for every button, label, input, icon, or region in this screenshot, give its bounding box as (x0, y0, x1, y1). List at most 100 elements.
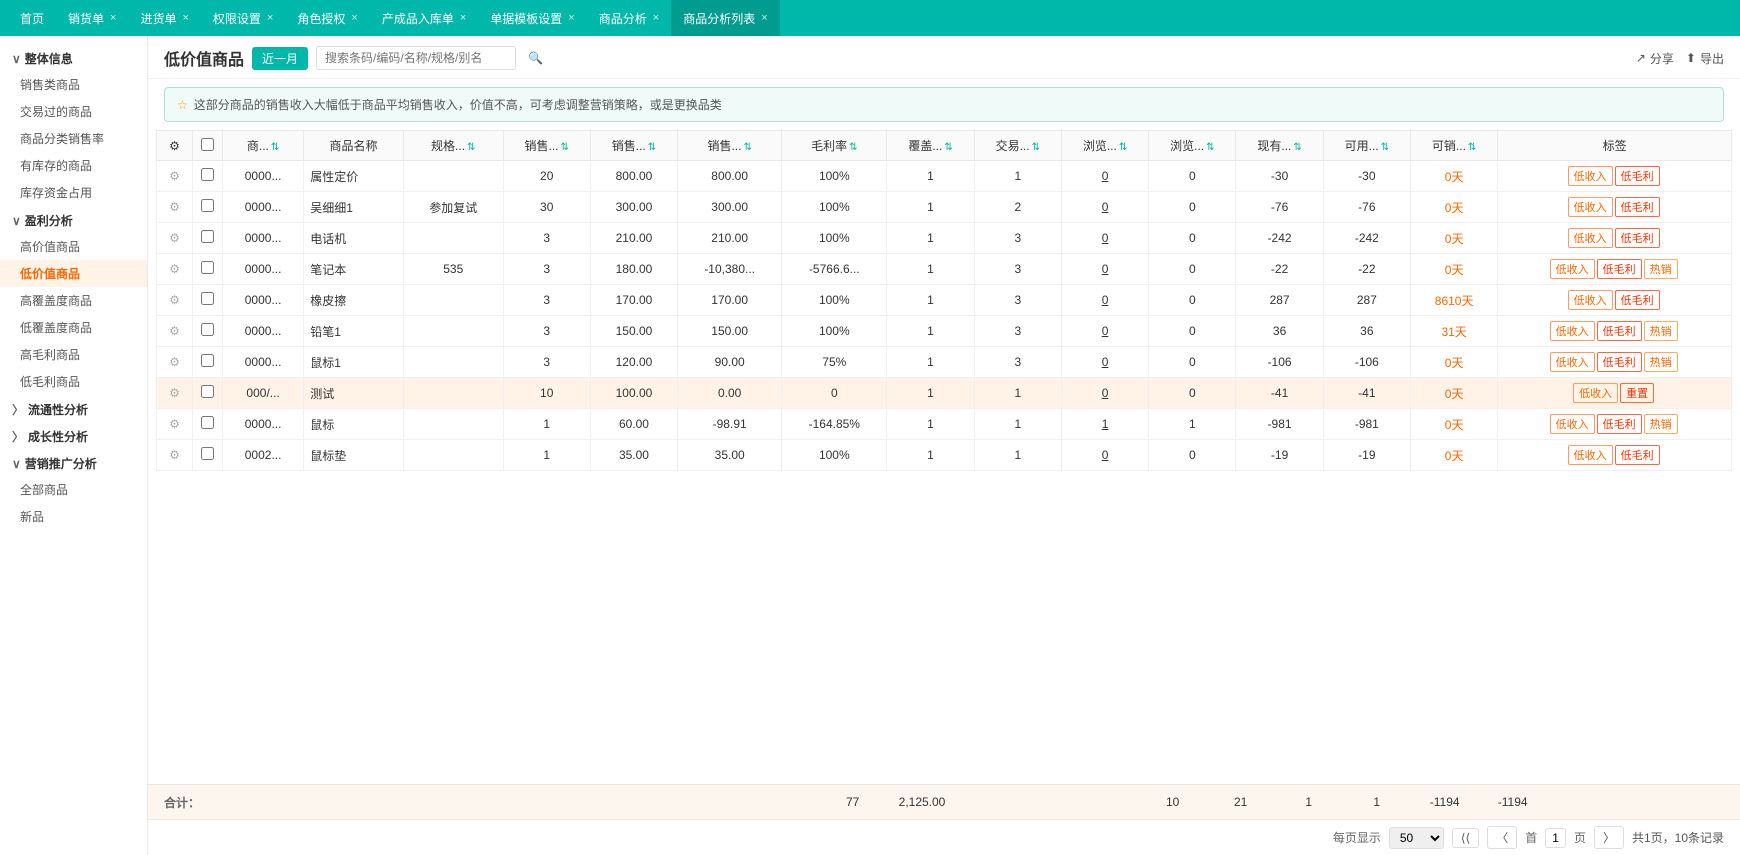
view1-link[interactable]: 0 (1102, 293, 1109, 307)
checkbox-cell[interactable] (193, 347, 223, 378)
view1-cell[interactable]: 0 (1061, 440, 1148, 471)
nav-template-settings[interactable]: 单据模板设置 × (478, 0, 586, 36)
checkbox-cell[interactable] (193, 161, 223, 192)
view1-link[interactable]: 0 (1102, 386, 1109, 400)
row-checkbox[interactable] (201, 447, 214, 460)
row-checkbox[interactable] (201, 385, 214, 398)
checkbox-cell[interactable] (193, 223, 223, 254)
sidebar-item-category-sales-rate[interactable]: 商品分类销售率 (0, 125, 147, 152)
view1-link[interactable]: 0 (1102, 169, 1109, 183)
sidebar-group-profit[interactable]: ∨ 盈利分析 (0, 206, 147, 233)
settings-cell[interactable]: ⚙ (157, 316, 193, 347)
view1-cell[interactable]: 0 (1061, 223, 1148, 254)
close-icon[interactable]: × (460, 12, 466, 24)
row-checkbox[interactable] (201, 199, 214, 212)
nav-product-analysis-list[interactable]: 商品分析列表 × (671, 0, 779, 36)
view1-link[interactable]: 1 (1102, 417, 1109, 431)
view1-cell[interactable]: 1 (1061, 409, 1148, 440)
sidebar-item-high-value[interactable]: 高价值商品 (0, 233, 147, 260)
checkbox-cell[interactable] (193, 192, 223, 223)
sidebar-item-stock-funds[interactable]: 库存资金占用 (0, 179, 147, 206)
prev-page-button[interactable]: 〈 (1487, 826, 1517, 849)
row-checkbox[interactable] (201, 416, 214, 429)
view1-link[interactable]: 0 (1102, 324, 1109, 338)
row-checkbox[interactable] (201, 230, 214, 243)
nav-sales-order[interactable]: 销货单 × (56, 0, 128, 36)
settings-col-header[interactable]: ⚙ (157, 131, 193, 161)
view1-cell[interactable]: 0 (1061, 254, 1148, 285)
close-icon[interactable]: × (182, 12, 188, 24)
sidebar-group-growth[interactable]: 〉 成长性分析 (0, 422, 147, 449)
view1-cell[interactable]: 0 (1061, 192, 1148, 223)
view1-link[interactable]: 0 (1102, 262, 1109, 276)
view1-cell[interactable]: 0 (1061, 285, 1148, 316)
nav-roles[interactable]: 角色授权 × (285, 0, 369, 36)
sidebar-item-high-coverage[interactable]: 高覆盖度商品 (0, 287, 147, 314)
settings-cell[interactable]: ⚙ (157, 285, 193, 316)
view1-link[interactable]: 0 (1102, 231, 1109, 245)
filter-button[interactable]: 近一月 (252, 47, 308, 70)
close-icon[interactable]: × (568, 12, 574, 24)
settings-cell[interactable]: ⚙ (157, 378, 193, 409)
table-container[interactable]: ⚙ 商...⇅ 商品名称 规格...⇅ 销售...⇅ 销售...⇅ 销售...⇅… (148, 130, 1740, 784)
nav-home[interactable]: 首页 (8, 0, 56, 36)
sidebar-item-stock-goods[interactable]: 有库存的商品 (0, 152, 147, 179)
settings-cell[interactable]: ⚙ (157, 161, 193, 192)
nav-product-storage[interactable]: 产成品入库单 × (370, 0, 478, 36)
row-checkbox[interactable] (201, 261, 214, 274)
close-icon[interactable]: × (351, 12, 357, 24)
export-button[interactable]: ⬆ 导出 (1686, 50, 1724, 67)
checkbox-cell[interactable] (193, 285, 223, 316)
checkbox-cell[interactable] (193, 254, 223, 285)
nav-purchase-order[interactable]: 进货单 × (128, 0, 200, 36)
sidebar-group-flow[interactable]: 〉 流通性分析 (0, 395, 147, 422)
row-checkbox[interactable] (201, 168, 214, 181)
nav-permissions[interactable]: 权限设置 × (201, 0, 285, 36)
row-checkbox[interactable] (201, 292, 214, 305)
close-icon[interactable]: × (761, 12, 767, 24)
view1-cell[interactable]: 0 (1061, 347, 1148, 378)
tags-cell: 低收入低毛利 (1498, 192, 1732, 223)
close-icon[interactable]: × (110, 12, 116, 24)
sidebar-group-marketing[interactable]: ∨ 营销推广分析 (0, 449, 147, 476)
view1-cell[interactable]: 0 (1061, 316, 1148, 347)
search-icon[interactable]: 🔍 (528, 51, 543, 65)
select-all-checkbox[interactable] (201, 138, 214, 151)
margin-cell: 100% (782, 316, 887, 347)
settings-cell[interactable]: ⚙ (157, 440, 193, 471)
sidebar-item-high-margin[interactable]: 高毛利商品 (0, 341, 147, 368)
checkbox-cell[interactable] (193, 378, 223, 409)
first-page-button[interactable]: ⟨⟨ (1452, 828, 1479, 848)
settings-cell[interactable]: ⚙ (157, 192, 193, 223)
search-input[interactable] (316, 46, 516, 70)
sidebar-item-low-coverage[interactable]: 低覆盖度商品 (0, 314, 147, 341)
view1-link[interactable]: 0 (1102, 355, 1109, 369)
row-checkbox[interactable] (201, 354, 214, 367)
view1-link[interactable]: 0 (1102, 200, 1109, 214)
view1-link[interactable]: 0 (1102, 448, 1109, 462)
view1-cell[interactable]: 0 (1061, 378, 1148, 409)
settings-cell[interactable]: ⚙ (157, 254, 193, 285)
sidebar-item-low-value[interactable]: 低价值商品 (0, 260, 147, 287)
settings-cell[interactable]: ⚙ (157, 223, 193, 254)
checkbox-cell[interactable] (193, 316, 223, 347)
row-checkbox[interactable] (201, 323, 214, 336)
sidebar-group-overall[interactable]: ∨ 整体信息 (0, 44, 147, 71)
share-button[interactable]: ↗ 分享 (1636, 50, 1674, 67)
settings-cell[interactable]: ⚙ (157, 409, 193, 440)
close-icon[interactable]: × (267, 12, 273, 24)
next-page-button[interactable]: 〉 (1594, 826, 1624, 849)
checkbox-cell[interactable] (193, 409, 223, 440)
checkbox-col-header[interactable] (193, 131, 223, 161)
close-icon[interactable]: × (653, 12, 659, 24)
sidebar-item-low-margin[interactable]: 低毛利商品 (0, 368, 147, 395)
sidebar-item-new-goods[interactable]: 新品 (0, 503, 147, 530)
checkbox-cell[interactable] (193, 440, 223, 471)
view1-cell[interactable]: 0 (1061, 161, 1148, 192)
settings-cell[interactable]: ⚙ (157, 347, 193, 378)
sidebar-item-traded-goods[interactable]: 交易过的商品 (0, 98, 147, 125)
nav-product-analysis[interactable]: 商品分析 × (587, 0, 671, 36)
sidebar-item-sales-goods[interactable]: 销售类商品 (0, 71, 147, 98)
page-size-select[interactable]: 50 100 200 (1389, 827, 1444, 849)
sidebar-item-all-goods[interactable]: 全部商品 (0, 476, 147, 503)
